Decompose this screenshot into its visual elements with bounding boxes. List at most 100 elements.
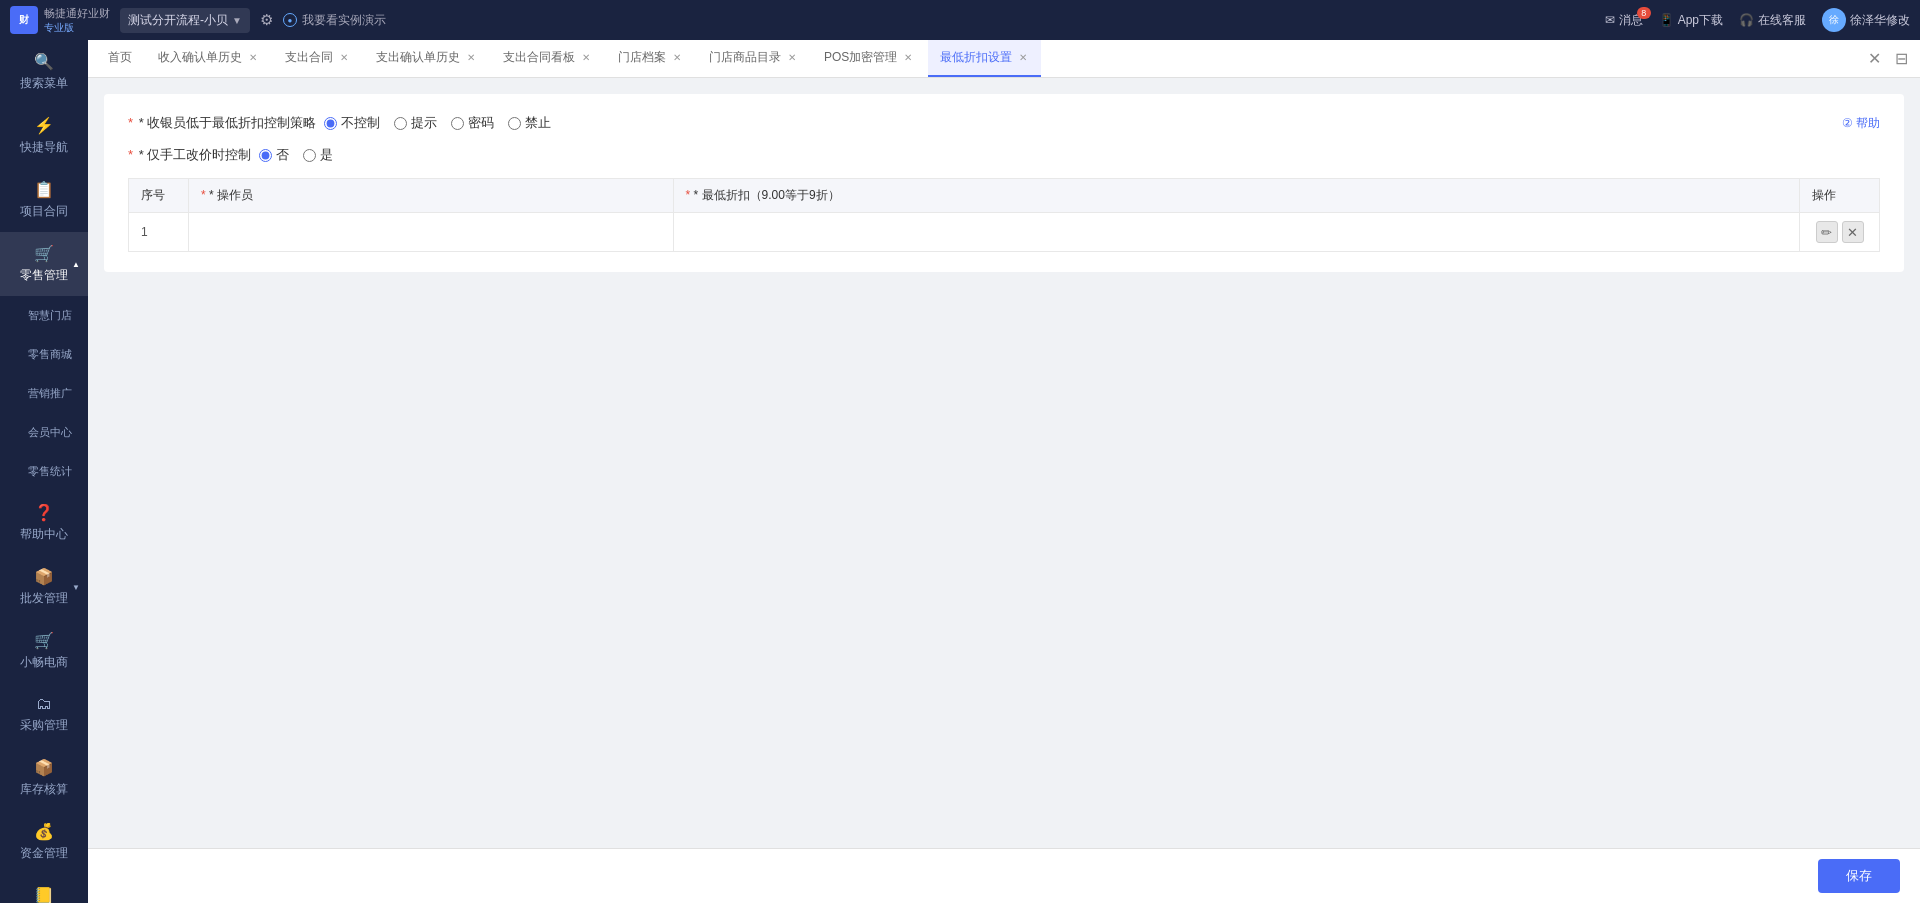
tab-close-icon[interactable]: ✕ [786, 51, 798, 64]
tab-home[interactable]: 首页 [96, 40, 144, 77]
settings-icon[interactable]: ⚙ [260, 11, 273, 29]
user-menu-button[interactable]: 徐 徐泽华修改 [1822, 8, 1910, 32]
help-icon: ❓ [34, 503, 54, 522]
help-icon: ② [1842, 116, 1853, 130]
sidebar-item-finance[interactable]: 💰 资金管理 [0, 810, 88, 874]
tab-payment-history[interactable]: 支出确认单历史 ✕ [364, 40, 489, 77]
edit-button[interactable]: ✏ [1816, 221, 1838, 243]
sidebar: 🔍 搜索菜单 ⚡ 快捷导航 📋 项目合同 🛒 零售管理 智慧门店 零售商城 营销… [0, 40, 88, 903]
page-content: * * 收银员低于最低折扣控制策略 不控制 提示 [88, 78, 1920, 848]
tab-close-icon[interactable]: ✕ [338, 51, 350, 64]
topbar-right: ✉ 消息 8 📱 App下载 🎧 在线客服 徐 徐泽华修改 [1605, 8, 1910, 32]
download-icon: 📱 [1659, 13, 1674, 27]
content-area: 首页 收入确认单历史 ✕ 支出合同 ✕ 支出确认单历史 ✕ 支出合同看板 ✕ 门… [88, 40, 1920, 903]
search-icon: 🔍 [34, 52, 54, 71]
discount-table: 序号 * * 操作员 * * 最低折扣（9.00等于9折） 操作 [128, 178, 1880, 252]
tab-contract[interactable]: 支出合同 ✕ [273, 40, 362, 77]
sidebar-item-ecommerce[interactable]: 🛒 小畅电商 [0, 619, 88, 683]
table-body: 1 ✏ ✕ [129, 213, 1880, 252]
strategy-form-row: * * 收银员低于最低折扣控制策略 不控制 提示 [128, 114, 1880, 132]
manual-radio-group: 否 是 [259, 146, 333, 164]
message-icon: ✉ [1605, 13, 1615, 27]
tab-income-history[interactable]: 收入确认单历史 ✕ [146, 40, 271, 77]
close-tab-button[interactable]: ✕ [1864, 47, 1885, 70]
tab-store-file[interactable]: 门店档案 ✕ [606, 40, 695, 77]
sidebar-item-inventory[interactable]: 📦 库存核算 [0, 746, 88, 810]
tab-close-icon[interactable]: ✕ [671, 51, 683, 64]
tab-close-icon[interactable]: ✕ [247, 51, 259, 64]
topbar: 财 畅捷通好业财 专业版 测试分开流程-小贝 ▼ ⚙ ● 我要看实例演示 ✉ 消… [0, 0, 1920, 40]
app-download-button[interactable]: 📱 App下载 [1659, 12, 1723, 29]
tab-close-icon[interactable]: ✕ [580, 51, 592, 64]
finance-icon: 💰 [34, 822, 54, 841]
table-header: 序号 * * 操作员 * * 最低折扣（9.00等于9折） 操作 [129, 179, 1880, 213]
demo-icon: ● [283, 13, 297, 27]
online-service-button[interactable]: 🎧 在线客服 [1739, 12, 1806, 29]
sidebar-item-help[interactable]: ❓ 帮助中心 [0, 491, 88, 555]
manual-form-row: * * 仅手工改价时控制 否 是 [128, 146, 1880, 164]
col-action-header: 操作 [1800, 179, 1880, 213]
strategy-password[interactable]: 密码 [451, 114, 494, 132]
sidebar-item-retail-stats[interactable]: 零售统计 [0, 452, 88, 491]
tab-close-icon[interactable]: ✕ [1017, 51, 1029, 64]
settings-card: * * 收银员低于最低折扣控制策略 不控制 提示 [104, 94, 1904, 272]
logo-icon: 财 [10, 6, 38, 34]
delete-button[interactable]: ✕ [1842, 221, 1864, 243]
sidebar-item-smart-store[interactable]: 智慧门店 [0, 296, 88, 335]
ecommerce-icon: 🛒 [34, 631, 54, 650]
cell-operator [189, 213, 674, 252]
chevron-down-icon: ▼ [232, 15, 242, 26]
more-tabs-button[interactable]: ⊟ [1891, 47, 1912, 70]
avatar: 徐 [1822, 8, 1846, 32]
strategy-forbid[interactable]: 禁止 [508, 114, 551, 132]
wholesale-icon: 📦 [34, 567, 54, 586]
sidebar-item-search[interactable]: 🔍 搜索菜单 [0, 40, 88, 104]
project-selector[interactable]: 测试分开流程-小贝 ▼ [120, 8, 250, 33]
strategy-no-control[interactable]: 不控制 [324, 114, 380, 132]
tab-min-discount[interactable]: 最低折扣设置 ✕ [928, 40, 1041, 77]
save-button[interactable]: 保存 [1818, 859, 1900, 893]
sidebar-item-wholesale[interactable]: 📦 批发管理 [0, 555, 88, 619]
col-seq-header: 序号 [129, 179, 189, 213]
tabs-bar: 首页 收入确认单历史 ✕ 支出合同 ✕ 支出确认单历史 ✕ 支出合同看板 ✕ 门… [88, 40, 1920, 78]
strategy-radio-group: 不控制 提示 密码 禁止 [324, 114, 551, 132]
sidebar-item-accounting[interactable]: 📒 总账管理 [0, 874, 88, 903]
col-operator-header: * * 操作员 [189, 179, 674, 213]
accounting-icon: 📒 [34, 886, 54, 903]
sidebar-item-online-store[interactable]: 零售商城 [0, 335, 88, 374]
manual-label: * * 仅手工改价时控制 [128, 146, 251, 164]
sidebar-item-shortcut[interactable]: ⚡ 快捷导航 [0, 104, 88, 168]
manual-no[interactable]: 否 [259, 146, 289, 164]
tab-contract-board[interactable]: 支出合同看板 ✕ [491, 40, 604, 77]
service-icon: 🎧 [1739, 13, 1754, 27]
app-logo: 财 畅捷通好业财 专业版 [10, 6, 110, 34]
retail-icon: 🛒 [34, 244, 54, 263]
tab-close-icon[interactable]: ✕ [465, 51, 477, 64]
logo-text: 畅捷通好业财 专业版 [44, 6, 110, 33]
manual-yes[interactable]: 是 [303, 146, 333, 164]
purchase-icon: 🗂 [36, 695, 52, 713]
cell-seq: 1 [129, 213, 189, 252]
footer-bar: 保存 [88, 848, 1920, 903]
sidebar-item-member[interactable]: 会员中心 [0, 413, 88, 452]
help-link[interactable]: ② 帮助 [1842, 115, 1880, 132]
main-layout: 🔍 搜索菜单 ⚡ 快捷导航 📋 项目合同 🛒 零售管理 智慧门店 零售商城 营销… [0, 40, 1920, 903]
tab-close-icon[interactable]: ✕ [902, 51, 914, 64]
inventory-icon: 📦 [34, 758, 54, 777]
tabs-bar-right: ✕ ⊟ [1864, 47, 1912, 70]
message-badge: 8 [1637, 7, 1651, 19]
demo-button[interactable]: ● 我要看实例演示 [283, 12, 386, 29]
action-buttons: ✏ ✕ [1812, 221, 1867, 243]
sidebar-item-project[interactable]: 📋 项目合同 [0, 168, 88, 232]
sidebar-item-marketing[interactable]: 营销推广 [0, 374, 88, 413]
tab-store-catalog[interactable]: 门店商品目录 ✕ [697, 40, 810, 77]
strategy-hint[interactable]: 提示 [394, 114, 437, 132]
col-discount-header: * * 最低折扣（9.00等于9折） [673, 179, 1799, 213]
tab-pos-password[interactable]: POS加密管理 ✕ [812, 40, 926, 77]
message-button[interactable]: ✉ 消息 8 [1605, 12, 1643, 29]
cell-discount [673, 213, 1799, 252]
cell-action: ✏ ✕ [1800, 213, 1880, 252]
sidebar-item-purchase[interactable]: 🗂 采购管理 [0, 683, 88, 746]
lightning-icon: ⚡ [34, 116, 54, 135]
sidebar-item-retail[interactable]: 🛒 零售管理 [0, 232, 88, 296]
